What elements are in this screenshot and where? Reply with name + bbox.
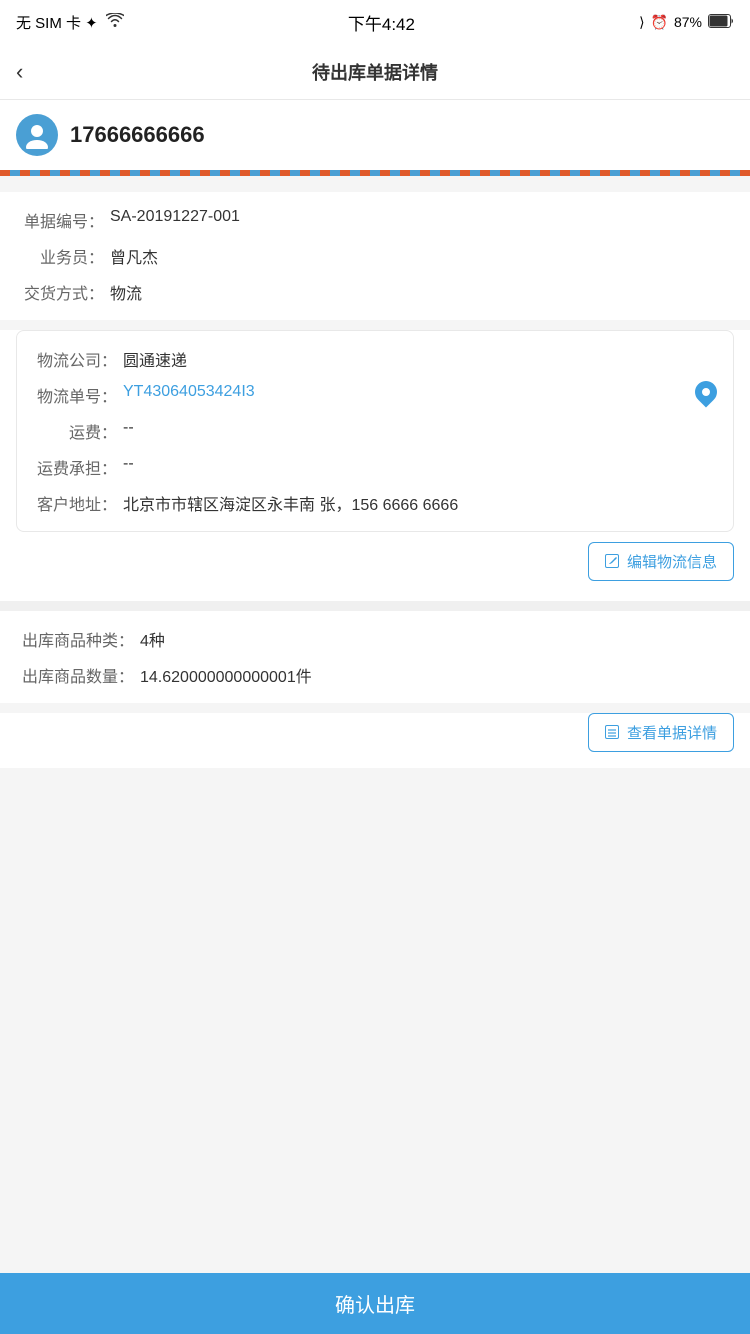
product-quantity-row: 出库商品数量： 14.620000000000001件 (20, 663, 730, 687)
freight-bearer-label: 运费承担： (33, 455, 123, 479)
doc-number-value: SA-20191227-001 (110, 208, 730, 226)
customer-address-label: 客户地址： (33, 491, 123, 515)
product-quantity-label: 出库商品数量： (20, 663, 140, 687)
freight-label: 运费： (33, 419, 123, 443)
list-icon (605, 725, 621, 741)
view-details-label: 查看单据详情 (627, 722, 717, 743)
product-section: 出库商品种类： 4种 出库商品数量： 14.620000000000001件 (0, 611, 750, 703)
logistics-company-label: 物流公司： (33, 347, 123, 371)
battery-icon (708, 14, 734, 31)
status-time: 下午4:42 (348, 10, 415, 35)
edit-logistics-label: 编辑物流信息 (627, 551, 717, 572)
freight-value: -- (123, 419, 717, 437)
status-right: ⟩ ⏰ 87% (639, 14, 734, 31)
alarm-icon: ⏰ (651, 14, 668, 31)
edit-logistics-button[interactable]: 编辑物流信息 (588, 542, 734, 581)
delivery-value: 物流 (110, 280, 730, 304)
confirm-button-label: 确认出库 (335, 1295, 415, 1317)
logistics-number-label: 物流单号： (33, 383, 123, 407)
bottom-padding (0, 768, 750, 848)
logistics-card: 物流公司： 圆通速递 物流单号： YT43064053424I3 运费： -- … (16, 330, 734, 532)
customer-address-row: 客户地址： 北京市市辖区海淀区永丰南 张，156 6666 6666 (33, 491, 717, 515)
delivery-label: 交货方式： (20, 280, 110, 304)
product-type-value: 4种 (140, 627, 730, 651)
customer-address-value: 北京市市辖区海淀区永丰南 张，156 6666 6666 (123, 491, 717, 515)
doc-number-row: 单据编号： SA-20191227-001 (20, 208, 730, 232)
product-type-label: 出库商品种类： (20, 627, 140, 651)
customer-phone: 17666666666 (70, 122, 205, 148)
status-left: 无 SIM 卡 ✦ (16, 12, 124, 33)
back-button[interactable]: ‹ (16, 59, 23, 85)
page-title: 待出库单据详情 (312, 59, 438, 85)
confirm-button[interactable]: 确认出库 (0, 1273, 750, 1334)
gray-separator (0, 601, 750, 611)
logistics-company-row: 物流公司： 圆通速递 (33, 347, 717, 371)
logistics-company-value: 圆通速递 (123, 347, 717, 371)
location-pin-icon[interactable] (690, 376, 721, 407)
avatar (16, 114, 58, 156)
edit-logistics-btn-container: 编辑物流信息 (0, 542, 750, 593)
doc-number-label: 单据编号： (20, 208, 110, 232)
delivery-row: 交货方式： 物流 (20, 280, 730, 304)
freight-bearer-value: -- (123, 455, 717, 473)
freight-row: 运费： -- (33, 419, 717, 443)
logistics-section: 物流公司： 圆通速递 物流单号： YT43064053424I3 运费： -- … (0, 330, 750, 601)
customer-header: 17666666666 (0, 100, 750, 170)
location-icon: ⟩ (639, 14, 644, 31)
battery-percent: 87% (674, 14, 702, 30)
product-type-row: 出库商品种类： 4种 (20, 627, 730, 651)
product-quantity-value: 14.620000000000001件 (140, 663, 730, 687)
wifi-icon (106, 13, 124, 31)
freight-bearer-row: 运费承担： -- (33, 455, 717, 479)
dashed-divider (0, 170, 750, 176)
basic-info-section: 单据编号： SA-20191227-001 业务员： 曾凡杰 交货方式： 物流 (0, 192, 750, 320)
logistics-number-row: 物流单号： YT43064053424I3 (33, 383, 717, 407)
salesperson-row: 业务员： 曾凡杰 (20, 244, 730, 268)
logistics-number-value: YT43064053424I3 (123, 383, 687, 401)
sim-label: 无 SIM 卡 ✦ (16, 12, 98, 33)
view-details-btn-container: 查看单据详情 (0, 713, 750, 768)
status-bar: 无 SIM 卡 ✦ 下午4:42 ⟩ ⏰ 87% (0, 0, 750, 44)
salesperson-value: 曾凡杰 (110, 244, 730, 268)
salesperson-label: 业务员： (20, 244, 110, 268)
nav-bar: ‹ 待出库单据详情 (0, 44, 750, 100)
edit-icon (605, 554, 621, 570)
view-details-button[interactable]: 查看单据详情 (588, 713, 734, 752)
